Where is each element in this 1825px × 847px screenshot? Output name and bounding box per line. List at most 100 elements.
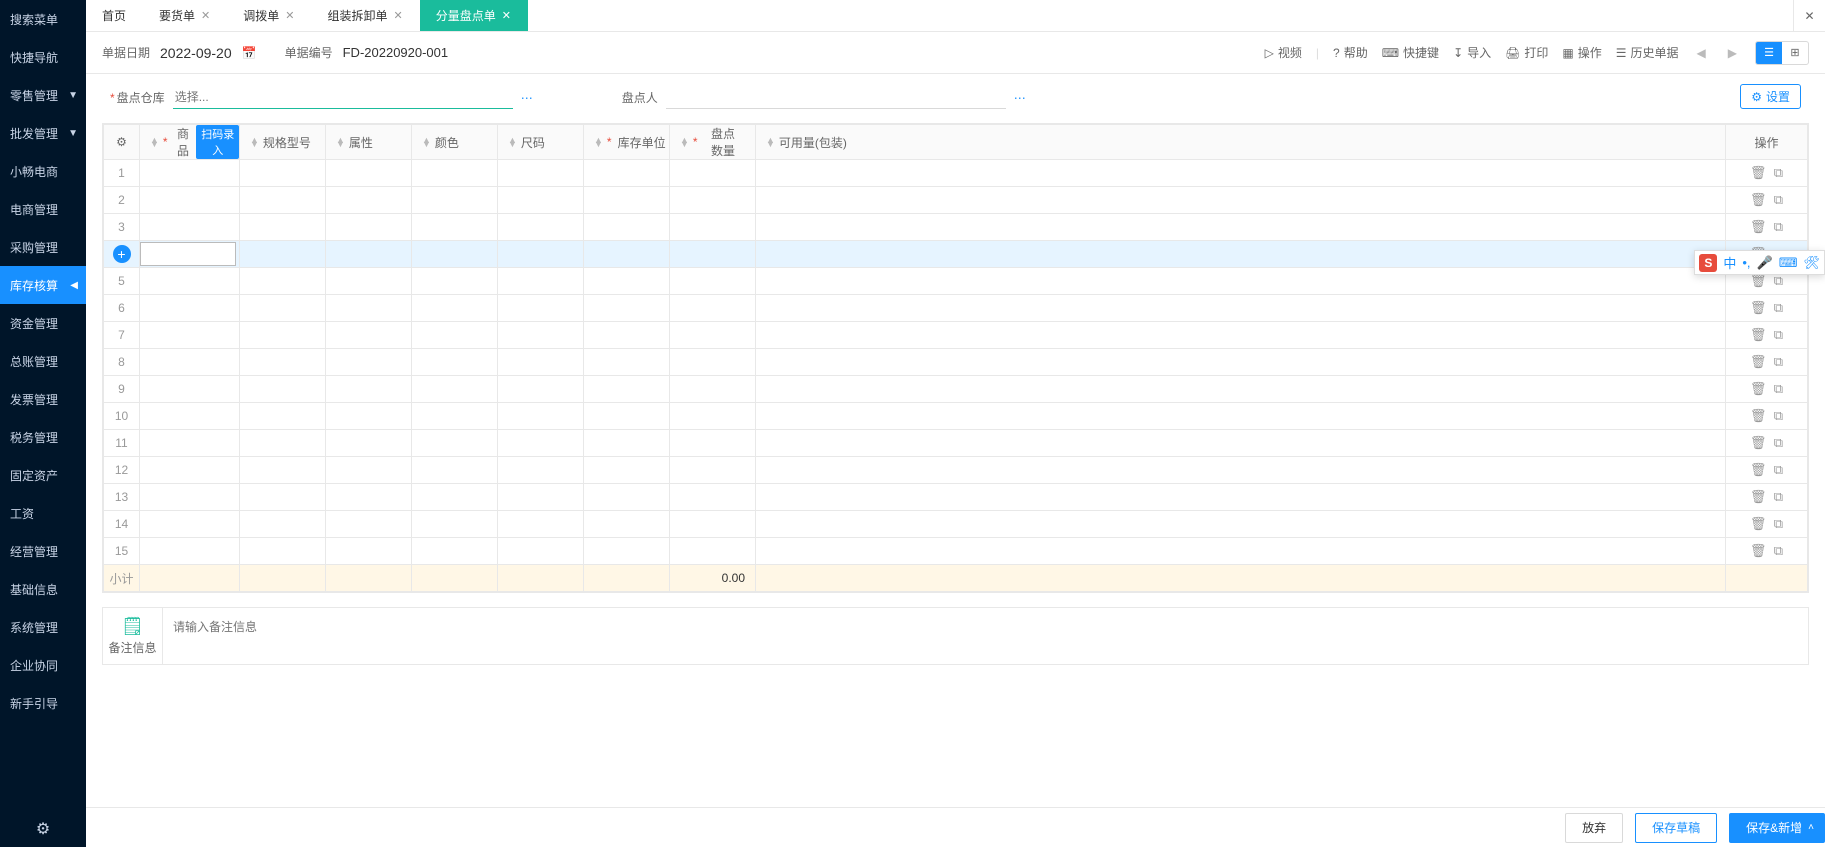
- sort-icon[interactable]: ▲▼: [422, 138, 431, 146]
- copy-row-icon[interactable]: ⧉: [1772, 327, 1785, 342]
- ime-punct-icon[interactable]: •,: [1742, 255, 1750, 270]
- table-row[interactable]: 2🗑 ⧉: [104, 187, 1808, 214]
- settings-button[interactable]: ⚙设置: [1740, 84, 1801, 109]
- delete-row-icon[interactable]: 🗑: [1748, 273, 1769, 288]
- close-icon[interactable]: ✕: [502, 9, 511, 22]
- sidebar-item-guide[interactable]: 新手引导: [0, 684, 86, 722]
- sidebar-item-quick-nav[interactable]: 快捷导航: [0, 38, 86, 76]
- copy-row-icon[interactable]: ⧉: [1772, 192, 1785, 207]
- sort-icon[interactable]: ▲▼: [594, 138, 603, 146]
- sidebar-item-collab[interactable]: 企业协同: [0, 646, 86, 684]
- discard-button[interactable]: 放弃: [1565, 813, 1623, 843]
- import-link[interactable]: ↧导入: [1453, 44, 1491, 61]
- sidebar-item-invoice[interactable]: 发票管理: [0, 380, 86, 418]
- sort-icon[interactable]: ▲▼: [508, 138, 517, 146]
- delete-row-icon[interactable]: 🗑: [1748, 300, 1769, 315]
- delete-row-icon[interactable]: 🗑: [1748, 327, 1769, 342]
- tab-request-order[interactable]: 要货单✕: [143, 0, 227, 31]
- person-input[interactable]: [666, 86, 1006, 109]
- copy-row-icon[interactable]: ⧉: [1772, 543, 1785, 558]
- delete-row-icon[interactable]: 🗑: [1748, 408, 1769, 423]
- table-row[interactable]: 14🗑 ⧉: [104, 511, 1808, 538]
- sidebar-item-basic-info[interactable]: 基础信息: [0, 570, 86, 608]
- copy-row-icon[interactable]: ⧉: [1772, 435, 1785, 450]
- delete-row-icon[interactable]: 🗑: [1748, 435, 1769, 450]
- copy-row-icon[interactable]: ⧉: [1772, 219, 1785, 234]
- help-link[interactable]: ?帮助: [1333, 44, 1368, 61]
- col-config[interactable]: ⚙: [104, 125, 140, 160]
- close-icon[interactable]: ✕: [285, 9, 294, 22]
- delete-row-icon[interactable]: 🗑: [1748, 192, 1769, 207]
- sort-icon[interactable]: ▲▼: [150, 138, 159, 146]
- sidebar-item-search-menu[interactable]: 搜索菜单: [0, 0, 86, 38]
- ime-tools-icon[interactable]: 🛠: [1803, 255, 1820, 271]
- tabs-close-all[interactable]: ✕: [1793, 0, 1825, 31]
- table-row[interactable]: 11🗑 ⧉: [104, 430, 1808, 457]
- copy-row-icon[interactable]: ⧉: [1772, 273, 1785, 288]
- scan-badge[interactable]: 扫码录入: [196, 125, 239, 159]
- copy-row-icon[interactable]: ⧉: [1772, 381, 1785, 396]
- delete-row-icon[interactable]: 🗑: [1748, 462, 1769, 477]
- table-row[interactable]: 3🗑 ⧉: [104, 214, 1808, 241]
- table-row[interactable]: 8🗑 ⧉: [104, 349, 1808, 376]
- ime-mic-icon[interactable]: 🎤: [1757, 255, 1773, 271]
- sidebar-settings-gear[interactable]: ⚙: [0, 811, 86, 847]
- warehouse-input[interactable]: [173, 86, 513, 109]
- table-row[interactable]: 13🗑 ⧉: [104, 484, 1808, 511]
- delete-row-icon[interactable]: 🗑: [1748, 165, 1769, 180]
- close-icon[interactable]: ✕: [201, 9, 210, 22]
- sidebar-item-procurement[interactable]: 采购管理: [0, 228, 86, 266]
- table-row[interactable]: 5🗑 ⧉: [104, 268, 1808, 295]
- table-row[interactable]: +🗑 ⧉: [104, 241, 1808, 268]
- ime-keyboard-icon[interactable]: ⌨: [1779, 255, 1798, 271]
- sidebar-item-ledger[interactable]: 总账管理: [0, 342, 86, 380]
- view-card-button[interactable]: ⊞: [1782, 42, 1808, 64]
- ime-toolbar[interactable]: S 中 •, 🎤 ⌨ 🛠: [1694, 250, 1825, 275]
- table-row[interactable]: 6🗑 ⧉: [104, 295, 1808, 322]
- calendar-icon[interactable]: 📅: [242, 46, 257, 60]
- sidebar-item-fixed-assets[interactable]: 固定资产: [0, 456, 86, 494]
- delete-row-icon[interactable]: 🗑: [1748, 354, 1769, 369]
- tab-home[interactable]: 首页: [86, 0, 143, 31]
- copy-row-icon[interactable]: ⧉: [1772, 516, 1785, 531]
- shortcut-link[interactable]: ⌨快捷键: [1382, 44, 1439, 61]
- view-list-button[interactable]: ☰: [1756, 42, 1782, 64]
- sort-icon[interactable]: ▲▼: [336, 138, 345, 146]
- sidebar-item-salary[interactable]: 工资: [0, 494, 86, 532]
- warehouse-picker-icon[interactable]: ⋯: [521, 91, 534, 105]
- copy-row-icon[interactable]: ⧉: [1772, 489, 1785, 504]
- sidebar-item-business[interactable]: 经营管理: [0, 532, 86, 570]
- print-link[interactable]: 🖨打印: [1505, 44, 1548, 61]
- tab-transfer-order[interactable]: 调拨单✕: [227, 0, 311, 31]
- sort-icon[interactable]: ▲▼: [250, 138, 259, 146]
- table-row[interactable]: 10🗑 ⧉: [104, 403, 1808, 430]
- save-draft-button[interactable]: 保存草稿: [1635, 813, 1717, 843]
- sidebar-item-tax[interactable]: 税务管理: [0, 418, 86, 456]
- sidebar-item-ecommerce[interactable]: 电商管理: [0, 190, 86, 228]
- video-link[interactable]: ▷视频: [1265, 44, 1302, 61]
- copy-row-icon[interactable]: ⧉: [1772, 354, 1785, 369]
- table-row[interactable]: 12🗑 ⧉: [104, 457, 1808, 484]
- table-row[interactable]: 9🗑 ⧉: [104, 376, 1808, 403]
- sidebar-item-system[interactable]: 系统管理: [0, 608, 86, 646]
- operate-link[interactable]: ▦操作: [1562, 44, 1601, 61]
- prev-doc[interactable]: ◀: [1693, 46, 1710, 60]
- delete-row-icon[interactable]: 🗑: [1748, 219, 1769, 234]
- product-cell-input[interactable]: [140, 242, 236, 266]
- delete-row-icon[interactable]: 🗑: [1748, 516, 1769, 531]
- table-row[interactable]: 1🗑 ⧉: [104, 160, 1808, 187]
- close-icon[interactable]: ✕: [394, 9, 403, 22]
- person-picker-icon[interactable]: ⋯: [1014, 91, 1027, 105]
- notes-input[interactable]: [163, 608, 1808, 664]
- sidebar-item-retail[interactable]: 零售管理▼: [0, 76, 86, 114]
- table-row[interactable]: 7🗑 ⧉: [104, 322, 1808, 349]
- tab-assemble-order[interactable]: 组装拆卸单✕: [311, 0, 419, 31]
- copy-row-icon[interactable]: ⧉: [1772, 300, 1785, 315]
- sidebar-item-inventory[interactable]: 库存核算◀: [0, 266, 86, 304]
- tab-weight-count-order[interactable]: 分量盘点单✕: [420, 0, 528, 31]
- delete-row-icon[interactable]: 🗑: [1748, 381, 1769, 396]
- date-value[interactable]: 2022-09-20: [160, 45, 232, 61]
- copy-row-icon[interactable]: ⧉: [1772, 408, 1785, 423]
- sort-icon[interactable]: ▲▼: [680, 138, 689, 146]
- copy-row-icon[interactable]: ⧉: [1772, 462, 1785, 477]
